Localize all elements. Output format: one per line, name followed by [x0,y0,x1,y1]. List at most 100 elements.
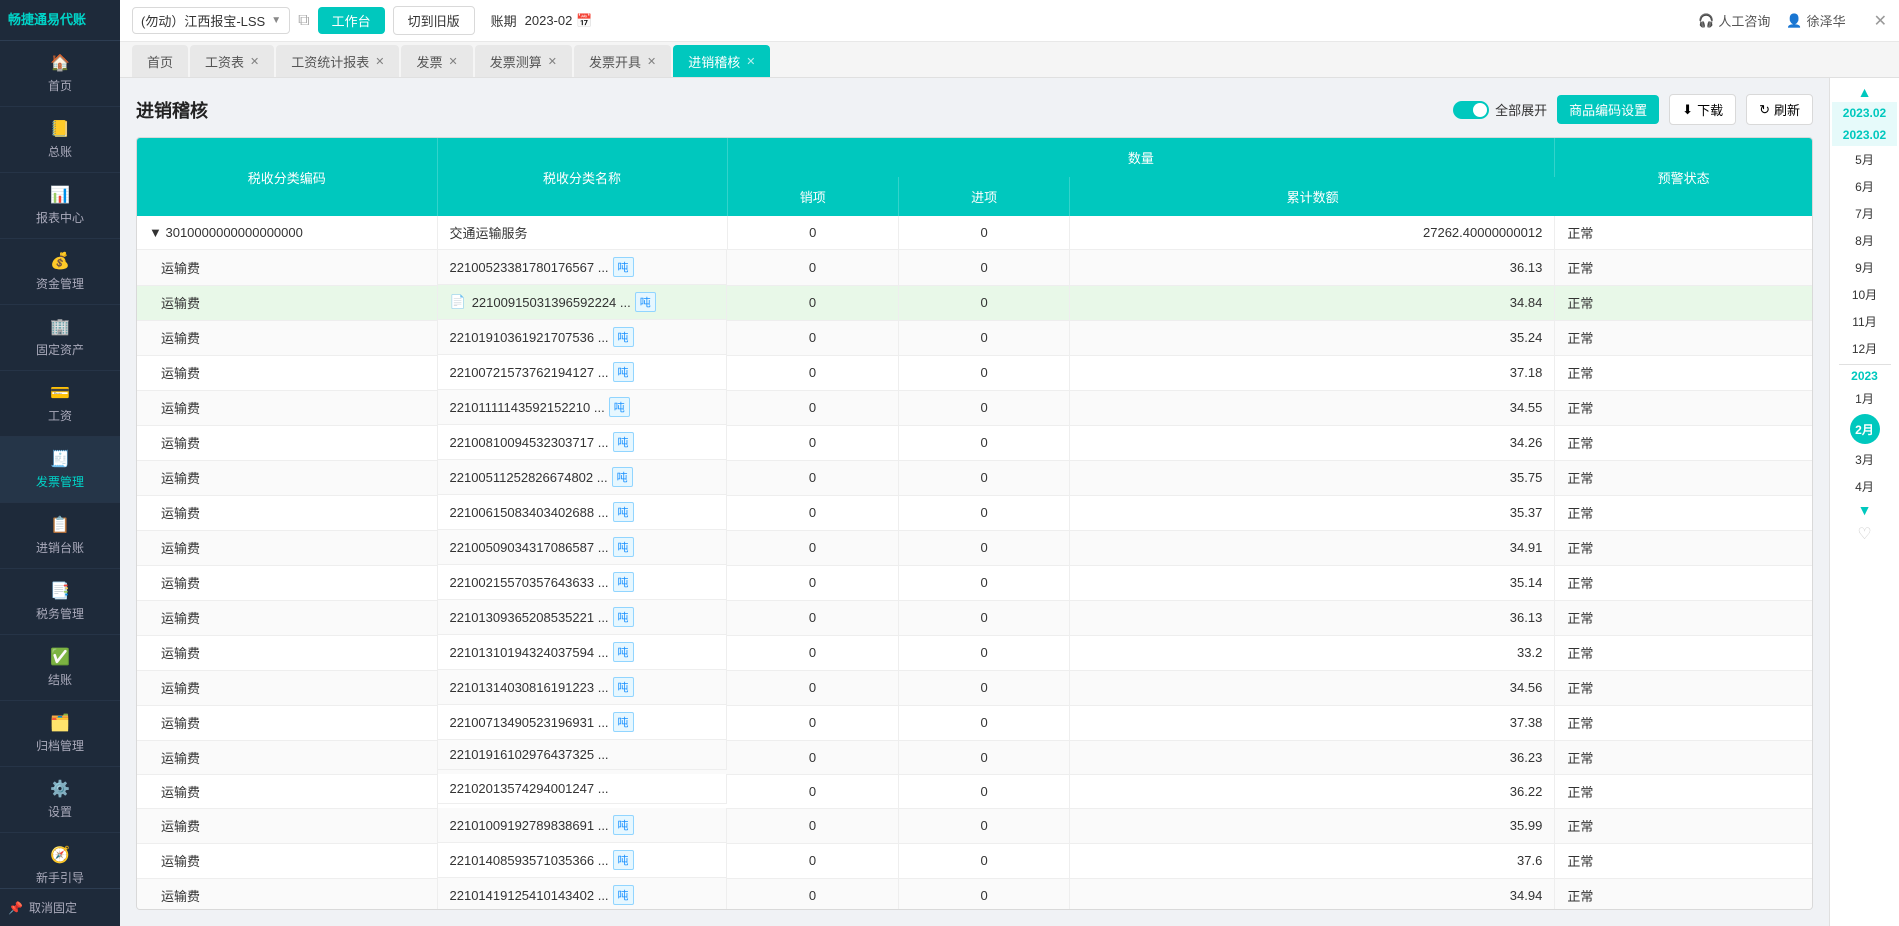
cell-name: 运输费 [137,495,437,530]
sidebar-item-ledger[interactable]: 📒 总账 [0,107,120,173]
cell-invoice-no: 22101408593571035366 ...吨 [438,843,728,878]
calendar-down-button[interactable]: ▼ [1858,500,1872,520]
cell-purchase: 0 [898,495,1069,530]
user-menu[interactable]: 👤 徐泽华 [1786,11,1845,30]
cell-name: 运输费 [137,705,437,740]
calendar-month-2022-12月[interactable]: 12月 [1852,335,1877,362]
cell-cumulative: 34.26 [1070,425,1555,460]
sidebar-item-purchase[interactable]: 📋 进销台账 [0,503,120,569]
cell-purchase: 0 [898,808,1069,843]
tab-工资统计报表[interactable]: 工资统计报表✕ [276,45,399,77]
calendar-month-4[interactable]: 4月 [1832,473,1897,500]
data-table: 税收分类编码 税收分类名称 数量 预警状态 销项 进项 累计数额 ▼ [137,138,1812,910]
company-selector[interactable]: (勿动）江西报宝-LSS ▼ [132,7,290,34]
calendar-month-3[interactable]: 3月 [1832,446,1897,473]
sidebar-item-capital[interactable]: 💰 资金管理 [0,239,120,305]
cell-purchase: 0 [898,878,1069,910]
table-row: 运输费 22101314030816191223 ...吨 0 0 34.56 … [137,670,1812,705]
calendar-up-button[interactable]: ▲ [1858,82,1872,102]
sidebar-item-salary[interactable]: 💳 工资 [0,371,120,437]
calendar-panel: ▲ 2023.02 2023.02 5月6月7月8月9月10月11月12月 20… [1829,78,1899,926]
switch-version-button[interactable]: 切到旧版 [393,6,475,35]
tab-close-icon[interactable]: ✕ [449,55,458,68]
cell-name: 运输费 [137,600,437,635]
calendar-month-2022-9月[interactable]: 9月 [1852,254,1877,281]
sidebar-item-tax[interactable]: 📑 税务管理 [0,569,120,635]
calendar-month-2022-11月[interactable]: 11月 [1852,308,1877,335]
cell-cumulative: 37.38 [1070,705,1555,740]
tab-工资表[interactable]: 工资表✕ [190,45,274,77]
tab-发票[interactable]: 发票✕ [401,45,472,77]
sidebar-logo-text: 畅捷通易代账 [8,12,86,28]
cell-cumulative: 34.55 [1070,390,1555,425]
cell-sale: 0 [727,878,898,910]
calendar-favorite-icon[interactable]: ♡ [1857,520,1871,548]
sidebar-item-guide[interactable]: 🧭 新手引导 [0,833,120,888]
calendar-month-2022-5月[interactable]: 5月 [1852,146,1877,173]
cell-purchase: 0 [898,390,1069,425]
tab-发票测算[interactable]: 发票测算✕ [475,45,572,77]
tab-首页[interactable]: 首页 [132,45,188,77]
refresh-button[interactable]: ↻ 刷新 [1746,94,1813,125]
table-row: 运输费 22101408593571035366 ...吨 0 0 37.6 正… [137,843,1812,878]
cell-name: 运输费 [137,878,437,910]
table-row: 运输费 22101910361921707536 ...吨 0 0 35.24 … [137,320,1812,355]
commodity-settings-button[interactable]: 商品编码设置 [1557,95,1659,124]
cell-purchase: 0 [898,425,1069,460]
tab-close-icon[interactable]: ✕ [375,55,384,68]
calendar-month-2[interactable]: 2月 [1850,414,1880,444]
service-button[interactable]: 🎧 人工咨询 [1698,11,1770,30]
cell-cumulative: 35.37 [1070,495,1555,530]
tab-close-icon[interactable]: ✕ [746,55,755,68]
sidebar-item-asset[interactable]: 🏢 固定资产 [0,305,120,371]
sidebar-item-home[interactable]: 🏠 首页 [0,41,120,107]
tab-close-icon[interactable]: ✕ [647,55,656,68]
tab-进销稽核[interactable]: 进销稽核✕ [673,45,770,77]
sidebar-item-settings[interactable]: ⚙️ 设置 [0,767,120,833]
tab-发票开具[interactable]: 发票开具✕ [574,45,671,77]
sidebar-item-report[interactable]: 📊 报表中心 [0,173,120,239]
toolbar-right: 全部展开 商品编码设置 ⬇ 下载 ↻ 刷新 [1453,94,1813,125]
cell-sale: 0 [727,530,898,565]
calendar-month-2022-6月[interactable]: 6月 [1852,173,1877,200]
sidebar-cancel-pin[interactable]: 📌 取消固定 [0,888,120,926]
sidebar-item-archive[interactable]: 🗂️ 归档管理 [0,701,120,767]
cell-status: 正常 [1555,878,1812,910]
tab-close-icon[interactable]: ✕ [548,55,557,68]
calendar-month-2022-8月[interactable]: 8月 [1852,227,1877,254]
cell-status: 正常 [1555,600,1812,635]
sidebar-item-settle[interactable]: ✅ 结账 [0,635,120,701]
copy-icon[interactable]: ⧉ [298,12,309,30]
cell-cumulative: 37.18 [1070,355,1555,390]
unit-tag: 吨 [613,257,634,277]
cell-purchase: 0 [898,565,1069,600]
calendar-month-2022-10月[interactable]: 10月 [1852,281,1877,308]
workstation-button[interactable]: 工作台 [318,7,385,34]
expand-toggle[interactable] [1453,101,1489,119]
calendar-icon[interactable]: 📅 [576,13,592,29]
sidebar-item-invoice[interactable]: 🧾 发票管理 [0,437,120,503]
table-row: 运输费 📄22100915031396592224 ...吨 0 0 34.84… [137,285,1812,320]
file-icon: 📄 [450,294,466,310]
unit-tag: 吨 [613,642,634,662]
cell-status: 正常 [1555,635,1812,670]
th-sale: 销项 [727,177,898,216]
tab-close-icon[interactable]: ✕ [250,55,259,68]
cell-cumulative: 36.13 [1070,600,1555,635]
download-button[interactable]: ⬇ 下载 [1669,94,1736,125]
page-title: 进销稽核 [136,97,208,123]
close-icon[interactable]: ✕ [1874,11,1887,31]
cell-sale: 0 [727,565,898,600]
unit-tag: 吨 [613,572,634,592]
cell-cumulative: 34.56 [1070,670,1555,705]
unit-tag: 吨 [613,607,634,627]
sidebar: 畅捷通易代账 🏠 首页📒 总账📊 报表中心💰 资金管理🏢 固定资产💳 工资🧾 发… [0,0,120,926]
sidebar-label-archive: 归档管理 [36,737,84,754]
calendar-month-2022-7月[interactable]: 7月 [1852,200,1877,227]
calendar-month-1[interactable]: 1月 [1832,385,1897,412]
purchase-icon: 📋 [50,515,70,535]
expand-icon[interactable]: ▼ [149,225,162,240]
cell-invoice-no: 22100721573762194127 ...吨 [438,355,728,390]
settings-icon: ⚙️ [50,779,70,799]
cell-status: 正常 [1555,774,1812,808]
